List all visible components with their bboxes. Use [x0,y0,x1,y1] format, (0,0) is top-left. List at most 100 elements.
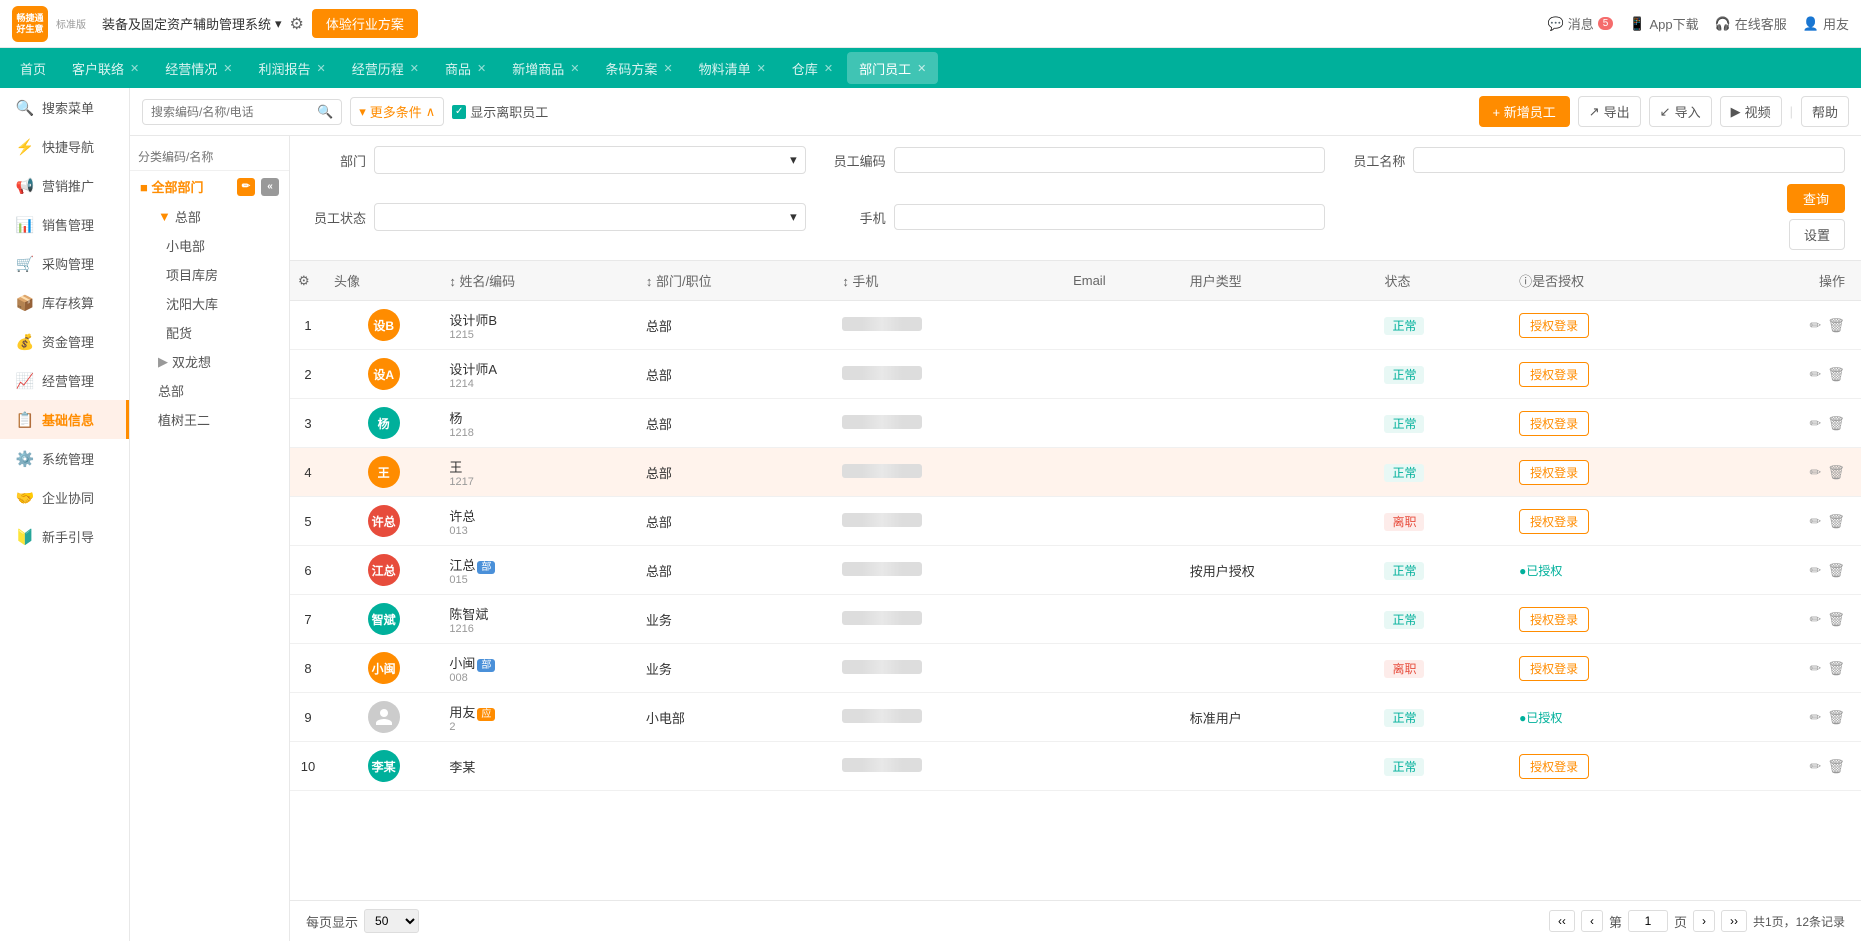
edit-icon[interactable]: ✏ [1809,611,1821,628]
col-dept-pos[interactable]: ↕ 部门/职位 [638,261,834,301]
edit-icon[interactable]: ✏ [1809,513,1821,530]
empcode-input[interactable] [894,147,1326,173]
collapse-icon[interactable]: « [261,178,279,196]
query-button[interactable]: 查询 [1787,184,1845,213]
delete-icon[interactable]: 🗑 [1827,366,1845,383]
delete-icon[interactable]: 🗑 [1827,709,1845,726]
system-title-dropdown[interactable]: 装备及固定资产辅助管理系统 ▾ [94,14,282,33]
last-page-button[interactable]: ›› [1721,910,1747,932]
close-icon[interactable]: ✕ [570,62,579,75]
app-download-button[interactable]: 📱 App下载 [1629,14,1698,33]
auth-button[interactable]: 授权登录 [1519,362,1589,387]
edit-icon[interactable]: ✏ [1809,709,1821,726]
help-button[interactable]: 帮助 [1801,96,1849,127]
tab-business-history[interactable]: 经营历程✕ [340,52,431,84]
delete-icon[interactable]: 🗑 [1827,415,1845,432]
message-button[interactable]: 💬 消息 5 [1548,14,1614,33]
edit-icon[interactable]: ✏ [1809,464,1821,481]
tab-material-list[interactable]: 物料清单✕ [687,52,778,84]
col-config[interactable]: ⚙ [290,261,326,301]
tab-goods[interactable]: 商品✕ [433,52,498,84]
edit-icon[interactable]: ✏ [1809,317,1821,334]
edit-icon[interactable]: ✏ [1809,366,1821,383]
col-phone[interactable]: ↕ 手机 [834,261,1065,301]
edit-icon[interactable]: ✏ [1809,562,1821,579]
dept-node-shenyang[interactable]: 沈阳大库 [130,289,289,318]
tab-operation-status[interactable]: 经营情况✕ [153,52,244,84]
close-icon[interactable]: ✕ [917,62,926,75]
phone-input[interactable] [894,204,1326,230]
sidebar-item-guide[interactable]: 🔰 新手引导 [0,517,129,556]
tab-warehouse[interactable]: 仓库✕ [780,52,845,84]
dept-node-shuanglongxiang[interactable]: ▶ 双龙想 [130,347,289,376]
delete-icon[interactable]: 🗑 [1827,611,1845,628]
dept-search-input[interactable] [138,150,290,164]
empstatus-select[interactable]: ▾ [374,203,806,231]
close-icon[interactable]: ✕ [130,62,139,75]
empname-input[interactable] [1413,147,1845,173]
dept-node-delivery[interactable]: 配货 [130,318,289,347]
auth-button[interactable]: 授权登录 [1519,411,1589,436]
delete-icon[interactable]: 🗑 [1827,660,1845,677]
dept-node-projectroom[interactable]: 项目库房 [130,260,289,289]
online-service-button[interactable]: 🎧 在线客服 [1715,14,1787,33]
dept-search[interactable]: 🔍 [130,144,289,171]
auth-button[interactable]: 授权登录 [1519,313,1589,338]
gear-icon[interactable]: ⚙ [290,14,304,34]
more-condition-button[interactable]: ▾ 更多条件 ∧ [350,97,444,126]
sidebar-item-search[interactable]: 🔍 搜索菜单 [0,88,129,127]
search-box[interactable]: 🔍 [142,99,342,125]
sidebar-item-operation[interactable]: 📈 经营管理 [0,361,129,400]
sidebar-item-purchase[interactable]: 🛒 采购管理 [0,244,129,283]
auth-button[interactable]: 授权登录 [1519,656,1589,681]
dept-node-zongbu2[interactable]: 总部 [130,376,289,405]
tab-add-goods[interactable]: 新增商品✕ [500,52,591,84]
auth-button[interactable]: 授权登录 [1519,460,1589,485]
edit-dept-icon[interactable]: ✏ [237,178,255,196]
auth-button[interactable]: 授权登录 [1519,754,1589,779]
close-icon[interactable]: ✕ [477,62,486,75]
sidebar-item-collab[interactable]: 🤝 企业协同 [0,478,129,517]
sidebar-item-marketing[interactable]: 📢 营销推广 [0,166,129,205]
auth-button[interactable]: 授权登录 [1519,509,1589,534]
setting-button[interactable]: 设置 [1789,219,1845,250]
tab-barcode[interactable]: 条码方案✕ [593,52,684,84]
sidebar-item-system[interactable]: ⚙️ 系统管理 [0,439,129,478]
next-page-button[interactable]: › [1693,910,1715,932]
search-input[interactable] [151,105,311,119]
delete-icon[interactable]: 🗑 [1827,464,1845,481]
close-icon[interactable]: ✕ [663,62,672,75]
show-dimissed-checkbox[interactable]: ✓ 显示离职员工 [452,102,548,121]
delete-icon[interactable]: 🗑 [1827,317,1845,334]
dept-node-xiaodianbbu[interactable]: 小电部 [130,231,289,260]
close-icon[interactable]: ✕ [317,62,326,75]
sidebar-item-basic[interactable]: 📋 基础信息 [0,400,129,439]
prev-page-button[interactable]: ‹ [1581,910,1603,932]
tab-profit-report[interactable]: 利润报告✕ [246,52,337,84]
delete-icon[interactable]: 🗑 [1827,758,1845,775]
sidebar-item-quick-nav[interactable]: ⚡ 快捷导航 [0,127,129,166]
close-icon[interactable]: ✕ [223,62,232,75]
sidebar-item-finance[interactable]: 💰 资金管理 [0,322,129,361]
close-icon[interactable]: ✕ [410,62,419,75]
edit-icon[interactable]: ✏ [1809,758,1821,775]
trial-button[interactable]: 体验行业方案 [312,9,418,38]
view-button[interactable]: ▶ 视频 [1720,96,1782,127]
page-size-select[interactable]: 10 20 50 100 [364,909,419,933]
delete-icon[interactable]: 🗑 [1827,562,1845,579]
edit-icon[interactable]: ✏ [1809,660,1821,677]
tab-dept-employee[interactable]: 部门员工✕ [847,52,938,84]
add-employee-button[interactable]: + 新增员工 [1479,96,1570,127]
first-page-button[interactable]: ‹‹ [1549,910,1575,932]
delete-icon[interactable]: 🗑 [1827,513,1845,530]
dept-node-zongbu[interactable]: ▼ 总部 [130,202,289,231]
page-number-input[interactable] [1628,910,1668,932]
close-icon[interactable]: ✕ [757,62,766,75]
user-menu-button[interactable]: 👤 用友 [1803,14,1849,33]
sidebar-item-inventory[interactable]: 📦 库存核算 [0,283,129,322]
tab-home[interactable]: 首页 [8,52,58,84]
auth-button[interactable]: 授权登录 [1519,607,1589,632]
sidebar-item-sales[interactable]: 📊 销售管理 [0,205,129,244]
col-name-code[interactable]: ↕ 姓名/编码 [441,261,637,301]
close-icon[interactable]: ✕ [824,62,833,75]
